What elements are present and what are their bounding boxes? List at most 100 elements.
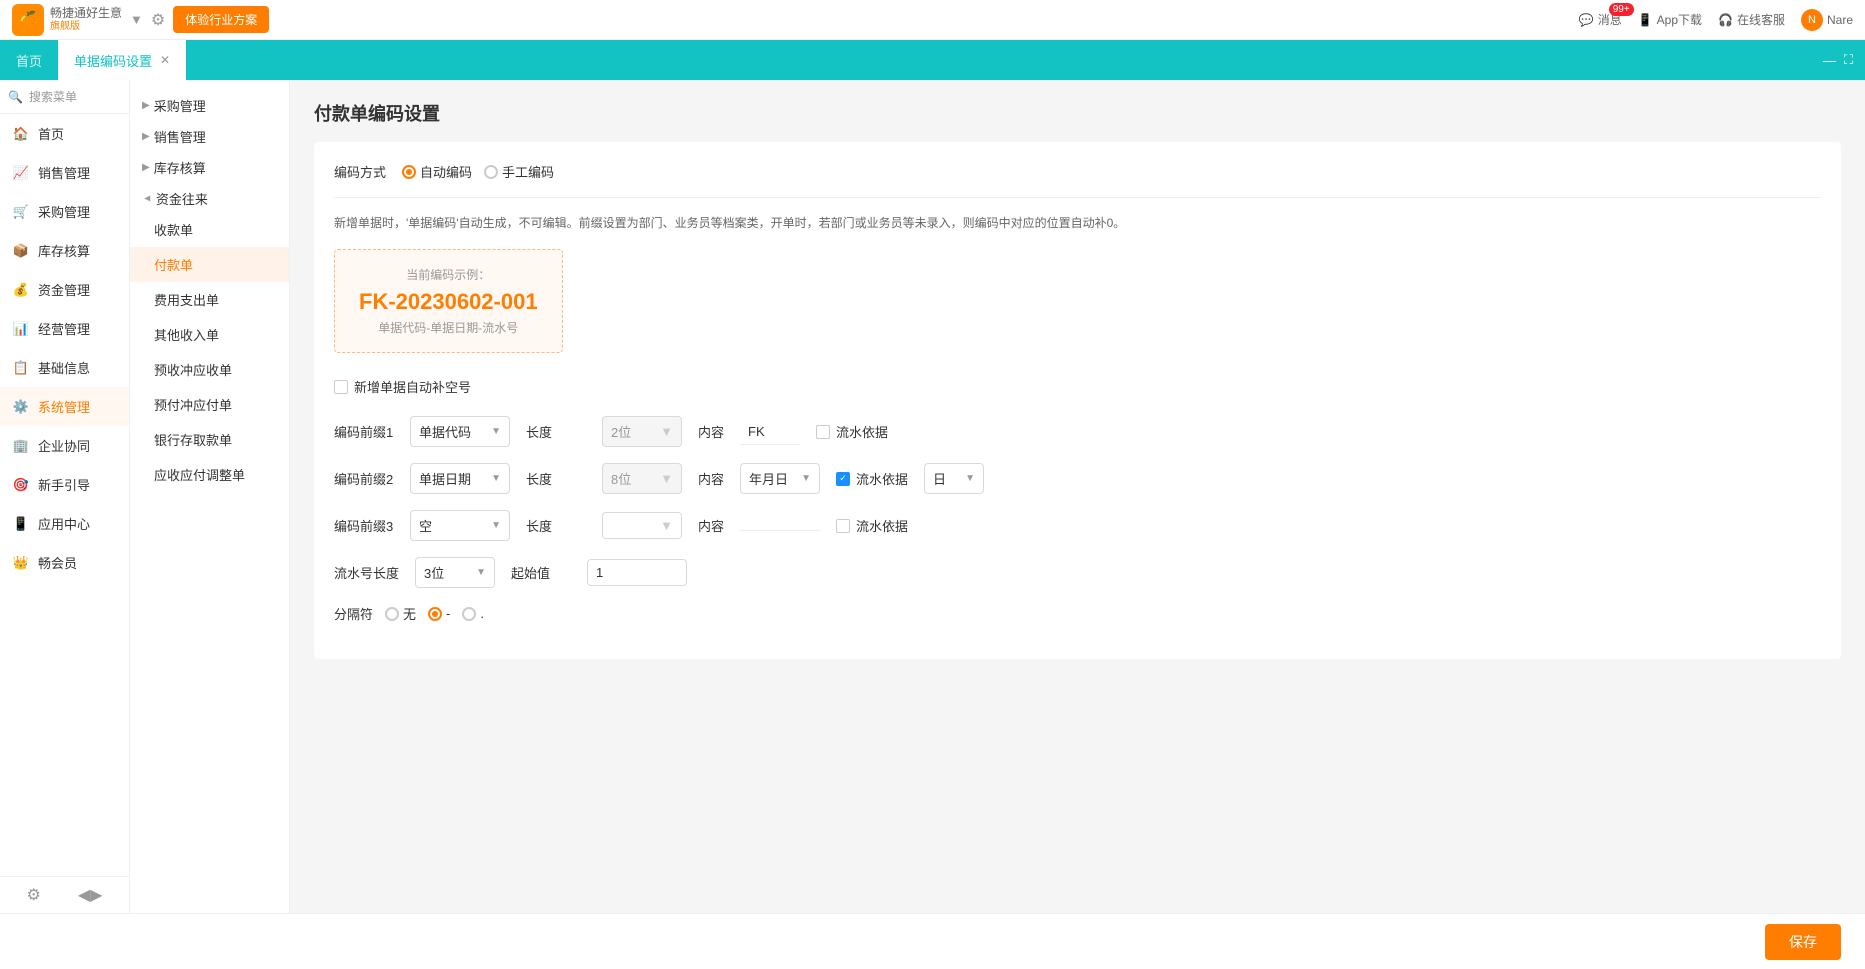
tab-minimize-icon[interactable]: — bbox=[1823, 53, 1836, 68]
tab-bar: 首页 单据编码设置 ✕ — ⛶ bbox=[0, 40, 1865, 80]
page-title: 付款单编码设置 bbox=[314, 100, 1841, 126]
second-sidebar: ▶ 采购管理 ▶ 销售管理 ▶ 库存核算 ▼ 资金往来 收款单 付款单 费用支出… bbox=[130, 80, 290, 913]
auto-fill-checkbox[interactable] bbox=[334, 380, 348, 394]
logo-icon: 🍊 bbox=[12, 4, 44, 36]
prefix2-stream-checkbox[interactable]: ✓ bbox=[836, 472, 850, 486]
sidebar-item-operations[interactable]: 📊 经营管理 bbox=[0, 309, 129, 348]
separator-dash-icon bbox=[428, 607, 442, 621]
prefix3-stream-label: 流水依据 bbox=[856, 516, 908, 535]
tab-voucher-setting[interactable]: 单据编码设置 ✕ bbox=[58, 40, 186, 80]
trial-button[interactable]: 体验行业方案 bbox=[173, 6, 269, 33]
sidebar-item-bank-deposit[interactable]: 银行存取款单 bbox=[130, 422, 289, 457]
prefix1-select[interactable]: 单据代码 ▼ bbox=[410, 416, 510, 447]
save-button[interactable]: 保存 bbox=[1765, 924, 1841, 960]
prefix2-select[interactable]: 单据日期 ▼ bbox=[410, 463, 510, 494]
encoding-radio-group: 自动编码 手工编码 bbox=[402, 162, 554, 181]
serial-start-label: 起始值 bbox=[511, 563, 571, 582]
sidebar-item-guide[interactable]: 🎯 新手引导 bbox=[0, 465, 129, 504]
sidebar-item-app-center[interactable]: 📱 应用中心 bbox=[0, 504, 129, 543]
main-layout: 🔍 搜索菜单 🏠 首页 📈 销售管理 🛒 采购管理 📦 库存核算 💰 bbox=[0, 80, 1865, 913]
service-icon: 🎧 bbox=[1718, 13, 1733, 27]
prefix1-length-input[interactable]: 2位 ▼ bbox=[602, 416, 682, 447]
purchase-mgmt-group[interactable]: ▶ 采购管理 bbox=[130, 88, 289, 119]
prefix1-row: 编码前缀1 单据代码 ▼ 长度 2位 ▼ 内容 FK 流水依据 bbox=[334, 416, 1821, 447]
prefix2-content-label: 内容 bbox=[698, 469, 724, 488]
dropdown-arrow-icon[interactable]: ▼ bbox=[130, 12, 143, 27]
auto-fill-label: 新增单据自动补空号 bbox=[354, 377, 471, 396]
separator-dot-icon bbox=[462, 607, 476, 621]
capital-flow-group[interactable]: ▼ 资金往来 bbox=[130, 181, 289, 212]
sidebar-item-basic-info[interactable]: 📋 基础信息 bbox=[0, 348, 129, 387]
sidebar-item-purchase[interactable]: 🛒 采购管理 bbox=[0, 192, 129, 231]
manual-code-radio-icon bbox=[484, 165, 498, 179]
expand-arrow-icon: ▶ bbox=[142, 162, 150, 173]
tab-maximize-icon[interactable]: ⛶ bbox=[1844, 52, 1853, 68]
code-preview-label: 当前编码示例： bbox=[359, 266, 538, 283]
auto-code-radio[interactable]: 自动编码 bbox=[402, 162, 472, 181]
sales-mgmt-group[interactable]: ▶ 销售管理 bbox=[130, 119, 289, 150]
message-icon: 💬 bbox=[1579, 13, 1594, 27]
tab-bar-controls: — ⛶ bbox=[1823, 52, 1865, 68]
online-service-button[interactable]: 🎧 在线客服 bbox=[1718, 11, 1785, 28]
sidebar-item-finance[interactable]: 💰 资金管理 bbox=[0, 270, 129, 309]
member-icon: 👑 bbox=[12, 554, 30, 572]
search-menu-button[interactable]: 🔍 搜索菜单 bbox=[0, 80, 129, 114]
prefix1-stream-checkbox[interactable] bbox=[816, 425, 830, 439]
sidebar-item-sales[interactable]: 📈 销售管理 bbox=[0, 153, 129, 192]
avatar: N bbox=[1801, 9, 1823, 31]
guide-icon: 🎯 bbox=[12, 476, 30, 494]
prefix3-length-input[interactable]: ▼ bbox=[602, 512, 682, 539]
tab-close-icon[interactable]: ✕ bbox=[160, 53, 170, 67]
sidebar-item-inventory[interactable]: 📦 库存核算 bbox=[0, 231, 129, 270]
prefix2-stream-check: ✓ 流水依据 bbox=[836, 469, 908, 488]
prefix3-stream-checkbox[interactable] bbox=[836, 519, 850, 533]
prefix2-stream-label: 流水依据 bbox=[856, 469, 908, 488]
message-button[interactable]: 💬 消息 99+ bbox=[1579, 11, 1622, 28]
sidebar-item-other-income[interactable]: 其他收入单 bbox=[130, 317, 289, 352]
prefix1-content-value: FK bbox=[740, 419, 800, 445]
code-preview-value: FK-20230602-001 bbox=[359, 289, 538, 315]
serial-length-select[interactable]: 3位 ▼ bbox=[415, 557, 495, 588]
sidebar-item-home[interactable]: 🏠 首页 bbox=[0, 114, 129, 153]
operations-icon: 📊 bbox=[12, 320, 30, 338]
app-download-button[interactable]: 📱 App下载 bbox=[1638, 11, 1702, 28]
prefix2-length-input[interactable]: 8位 ▼ bbox=[602, 463, 682, 494]
sidebar-item-member[interactable]: 👑 畅会员 bbox=[0, 543, 129, 582]
sidebar-item-expense[interactable]: 费用支出单 bbox=[130, 282, 289, 317]
separator-none-radio[interactable]: 无 bbox=[385, 604, 416, 623]
sidebar-item-ar-ap-adjust[interactable]: 应收应付调整单 bbox=[130, 457, 289, 492]
serial-start-input[interactable] bbox=[587, 559, 687, 586]
separator-row: 分隔符 无 - . bbox=[334, 604, 1821, 623]
user-menu[interactable]: N Nare bbox=[1801, 9, 1853, 31]
system-icon: ⚙️ bbox=[12, 398, 30, 416]
top-bar-right: 💬 消息 99+ 📱 App下载 🎧 在线客服 N Nare bbox=[1579, 9, 1853, 31]
prefix2-content-select[interactable]: 年月日 ▼ bbox=[740, 463, 820, 494]
prefix3-select[interactable]: 空 ▼ bbox=[410, 510, 510, 541]
settings-bottom-icon[interactable]: ⚙ bbox=[27, 885, 41, 905]
separator-dot-radio[interactable]: . bbox=[462, 606, 484, 621]
sidebar-bottom: ⚙ ◀▶ bbox=[0, 876, 129, 913]
prefix1-label: 编码前缀1 bbox=[334, 422, 394, 441]
separator-dash-radio[interactable]: - bbox=[428, 606, 450, 621]
inventory-calc-group[interactable]: ▶ 库存核算 bbox=[130, 150, 289, 181]
sidebar-item-prepay-receivable[interactable]: 预收冲应收单 bbox=[130, 352, 289, 387]
settings-icon[interactable]: ⚙ bbox=[151, 10, 165, 30]
sidebar-nav: 🏠 首页 📈 销售管理 🛒 采购管理 📦 库存核算 💰 资金管理 📊 经 bbox=[0, 114, 129, 876]
prefix2-unit-select[interactable]: 日 ▼ bbox=[924, 463, 984, 494]
separator-label: 分隔符 bbox=[334, 604, 373, 623]
manual-code-radio[interactable]: 手工编码 bbox=[484, 162, 554, 181]
sidebar-item-prepay-payable[interactable]: 预付冲应付单 bbox=[130, 387, 289, 422]
sidebar-item-enterprise[interactable]: 🏢 企业协同 bbox=[0, 426, 129, 465]
prefix2-content-arrow: ▼ bbox=[801, 473, 811, 484]
sidebar-item-system[interactable]: ⚙️ 系统管理 bbox=[0, 387, 129, 426]
info-text: 新增单据时，'单据编码'自动生成，不可编辑。前缀设置为部门、业务员等档案类，开单… bbox=[334, 214, 1821, 233]
sidebar-item-receipt[interactable]: 收款单 bbox=[130, 212, 289, 247]
prefix2-unit-arrow: ▼ bbox=[965, 473, 975, 484]
purchase-icon: 🛒 bbox=[12, 203, 30, 221]
prefix3-stream-check: 流水依据 bbox=[836, 516, 908, 535]
sidebar-item-payment[interactable]: 付款单 bbox=[130, 247, 289, 282]
tab-home[interactable]: 首页 bbox=[0, 40, 58, 80]
serial-length-arrow: ▼ bbox=[476, 567, 486, 578]
collapse-icon[interactable]: ◀▶ bbox=[78, 885, 103, 905]
content-area: 付款单编码设置 编码方式 自动编码 手工编码 新增单据时，'单据编码'自动生 bbox=[290, 80, 1865, 913]
